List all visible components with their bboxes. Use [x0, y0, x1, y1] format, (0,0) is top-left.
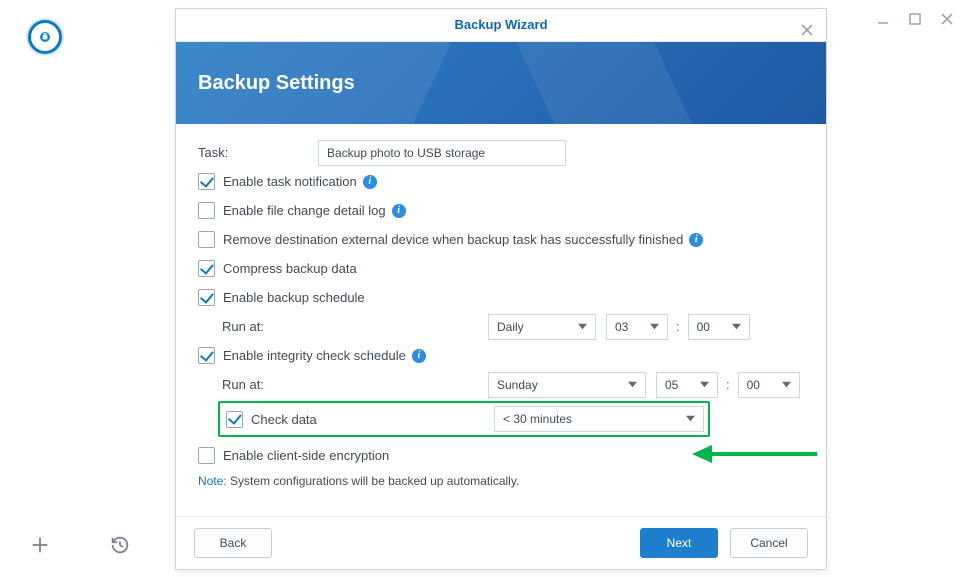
- enable-notification-checkbox[interactable]: [198, 173, 215, 190]
- chevron-down-icon: [700, 378, 709, 392]
- remove-device-label: Remove destination external device when …: [223, 232, 683, 247]
- backup-wizard-dialog: Backup Wizard Backup Settings Task: Enab…: [175, 8, 827, 570]
- schedule-minute-select[interactable]: 00: [688, 314, 750, 340]
- enable-integrity-label: Enable integrity check schedule: [223, 348, 406, 363]
- compress-checkbox[interactable]: [198, 260, 215, 277]
- time-colon: :: [676, 319, 680, 334]
- schedule-hour-select[interactable]: 03: [606, 314, 668, 340]
- os-minimize-icon[interactable]: [876, 12, 890, 29]
- dialog-footer: Back Next Cancel: [176, 516, 826, 569]
- compress-label: Compress backup data: [223, 261, 357, 276]
- dialog-title: Backup Wizard: [454, 17, 547, 32]
- dialog-hero: Backup Settings: [176, 42, 826, 124]
- chevron-down-icon: [578, 320, 587, 334]
- left-rail: [0, 0, 160, 577]
- check-data-highlight: Check data < 30 minutes: [218, 401, 710, 437]
- client-encrypt-label: Enable client-side encryption: [223, 448, 389, 463]
- os-window-controls: [876, 12, 954, 29]
- back-button[interactable]: Back: [194, 528, 272, 558]
- enable-schedule-label: Enable backup schedule: [223, 290, 365, 305]
- integrity-day-select[interactable]: Sunday: [488, 372, 646, 398]
- enable-filelog-label: Enable file change detail log: [223, 203, 386, 218]
- hero-title: Backup Settings: [198, 72, 355, 95]
- chevron-down-icon: [628, 378, 637, 392]
- enable-notification-label: Enable task notification: [223, 174, 357, 189]
- note-label: Note:: [198, 474, 227, 488]
- time-colon: :: [726, 377, 730, 392]
- integrity-minute-select[interactable]: 00: [738, 372, 800, 398]
- remove-device-checkbox[interactable]: [198, 231, 215, 248]
- chevron-down-icon: [686, 412, 695, 426]
- check-data-duration-select[interactable]: < 30 minutes: [494, 406, 704, 432]
- client-encrypt-checkbox[interactable]: [198, 447, 215, 464]
- next-button[interactable]: Next: [640, 528, 718, 558]
- info-icon[interactable]: i: [392, 204, 406, 218]
- history-button[interactable]: [109, 534, 131, 559]
- task-name-input[interactable]: [318, 140, 566, 166]
- schedule-frequency-select[interactable]: Daily: [488, 314, 596, 340]
- note-text: System configurations will be backed up …: [227, 474, 520, 488]
- check-data-checkbox[interactable]: [226, 411, 243, 428]
- task-label: Task:: [198, 145, 318, 160]
- os-close-icon[interactable]: [940, 12, 954, 29]
- dialog-titlebar: Backup Wizard: [176, 9, 826, 42]
- cancel-button[interactable]: Cancel: [730, 528, 808, 558]
- dialog-close-button[interactable]: [800, 17, 814, 49]
- dialog-body: Task: Enable task notification i Enable …: [176, 124, 826, 516]
- info-icon[interactable]: i: [363, 175, 377, 189]
- integrity-run-at-label: Run at:: [222, 377, 488, 392]
- app-logo-icon: [28, 20, 62, 54]
- enable-filelog-checkbox[interactable]: [198, 202, 215, 219]
- check-data-label: Check data: [251, 412, 317, 427]
- chevron-down-icon: [732, 320, 741, 334]
- enable-integrity-checkbox[interactable]: [198, 347, 215, 364]
- chevron-down-icon: [650, 320, 659, 334]
- schedule-run-at-label: Run at:: [222, 319, 488, 334]
- info-icon[interactable]: i: [412, 349, 426, 363]
- enable-schedule-checkbox[interactable]: [198, 289, 215, 306]
- integrity-hour-select[interactable]: 05: [656, 372, 718, 398]
- info-icon[interactable]: i: [689, 233, 703, 247]
- add-button[interactable]: [29, 534, 51, 559]
- os-maximize-icon[interactable]: [908, 12, 922, 29]
- chevron-down-icon: [782, 378, 791, 392]
- note-line: Note: System configurations will be back…: [198, 474, 804, 488]
